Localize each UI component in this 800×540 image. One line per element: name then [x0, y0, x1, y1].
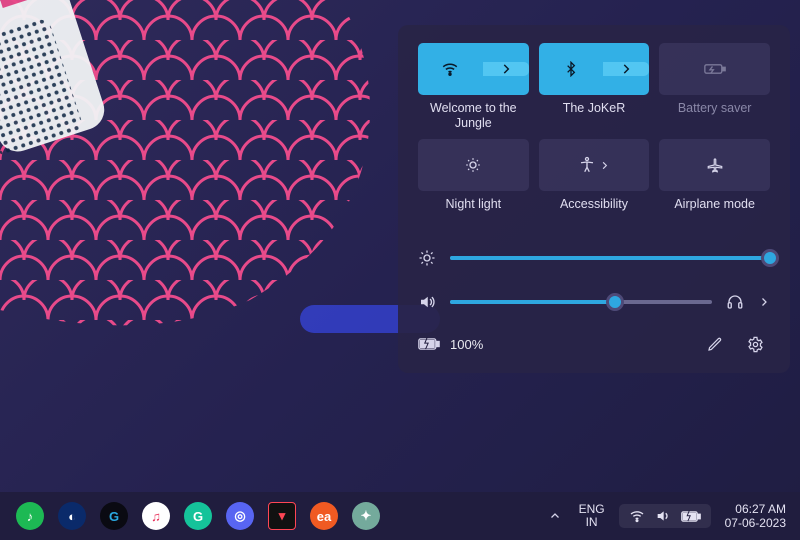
battery-saver-icon: [704, 61, 726, 77]
bluetooth-expand[interactable]: [603, 62, 649, 76]
edit-quick-settings-button[interactable]: [700, 329, 730, 359]
wallpaper-graphic: [0, 0, 130, 160]
taskbar-apps: ♪◐G♫G◎▾ea✦: [12, 498, 384, 534]
bluetooth-toggle[interactable]: [539, 61, 604, 77]
wifi-tile[interactable]: [418, 43, 529, 95]
night-light-label: Night light: [446, 197, 502, 227]
wifi-icon: [441, 60, 459, 78]
open-settings-button[interactable]: [740, 329, 770, 359]
night-light-icon: [464, 156, 482, 174]
wifi-toggle[interactable]: [418, 60, 483, 78]
bluetooth-label: The JoKeR: [563, 101, 626, 131]
chevron-right-icon: [619, 62, 633, 76]
bluetooth-icon: [563, 61, 579, 77]
system-tray: ENG IN 06:27 AM 07-06-2023: [545, 502, 792, 531]
taskbar: ♪◐G♫G◎▾ea✦ ENG IN 06:27 AM 07-06-2023: [0, 492, 800, 540]
volume-icon: [655, 508, 671, 524]
chevron-right-icon[interactable]: [758, 296, 770, 308]
taskbar-app-spotify[interactable]: ♪: [12, 498, 48, 534]
wifi-expand[interactable]: [483, 62, 529, 76]
airplane-mode-tile[interactable]: [659, 139, 770, 191]
airplane-mode-label: Airplane mode: [674, 197, 755, 227]
volume-icon: [418, 293, 436, 311]
brightness-icon: [418, 249, 436, 267]
chevron-right-icon: [599, 160, 610, 171]
quick-settings-tiles: Welcome to the Jungle The JoKeR: [418, 43, 770, 227]
quick-settings-panel: Welcome to the Jungle The JoKeR: [398, 25, 790, 373]
bluetooth-tile[interactable]: [539, 43, 650, 95]
accessibility-icon: [578, 156, 596, 174]
wifi-label: Welcome to the Jungle: [418, 101, 529, 131]
battery-percent: 100%: [450, 337, 483, 352]
taskbar-app-apple-music[interactable]: ♫: [138, 498, 174, 534]
accessibility-label: Accessibility: [560, 197, 628, 227]
quick-settings-footer: 100%: [418, 329, 770, 359]
chevron-right-icon: [499, 62, 513, 76]
accessibility-tile[interactable]: [539, 139, 650, 191]
volume-row: [418, 293, 770, 311]
taskbar-app-ea[interactable]: ea: [306, 498, 342, 534]
battery-saver-label: Battery saver: [678, 101, 752, 131]
language-bottom: IN: [579, 516, 605, 529]
taskbar-app-valorant[interactable]: ▾: [264, 498, 300, 534]
clock-time: 06:27 AM: [725, 502, 786, 516]
taskbar-app-chatgpt[interactable]: ✦: [348, 498, 384, 534]
brightness-row: [418, 249, 770, 267]
taskbar-app-firefox-dev[interactable]: ◐: [54, 498, 90, 534]
audio-output-button[interactable]: [726, 293, 744, 311]
night-light-tile[interactable]: [418, 139, 529, 191]
battery-icon: [681, 510, 701, 523]
tray-quick-settings-button[interactable]: [619, 504, 711, 528]
language-indicator[interactable]: ENG IN: [573, 503, 611, 529]
clock-date: 07-06-2023: [725, 516, 786, 530]
battery-saver-tile[interactable]: [659, 43, 770, 95]
volume-slider[interactable]: [450, 300, 712, 304]
brightness-slider[interactable]: [450, 256, 770, 260]
airplane-icon: [706, 156, 724, 174]
taskbar-app-grammarly[interactable]: G: [180, 498, 216, 534]
wifi-icon: [629, 508, 645, 524]
battery-status-icon[interactable]: [418, 337, 440, 351]
taskbar-app-discord[interactable]: ◎: [222, 498, 258, 534]
tray-overflow-button[interactable]: [545, 506, 565, 526]
taskbar-clock[interactable]: 06:27 AM 07-06-2023: [719, 502, 792, 531]
taskbar-app-logitech[interactable]: G: [96, 498, 132, 534]
